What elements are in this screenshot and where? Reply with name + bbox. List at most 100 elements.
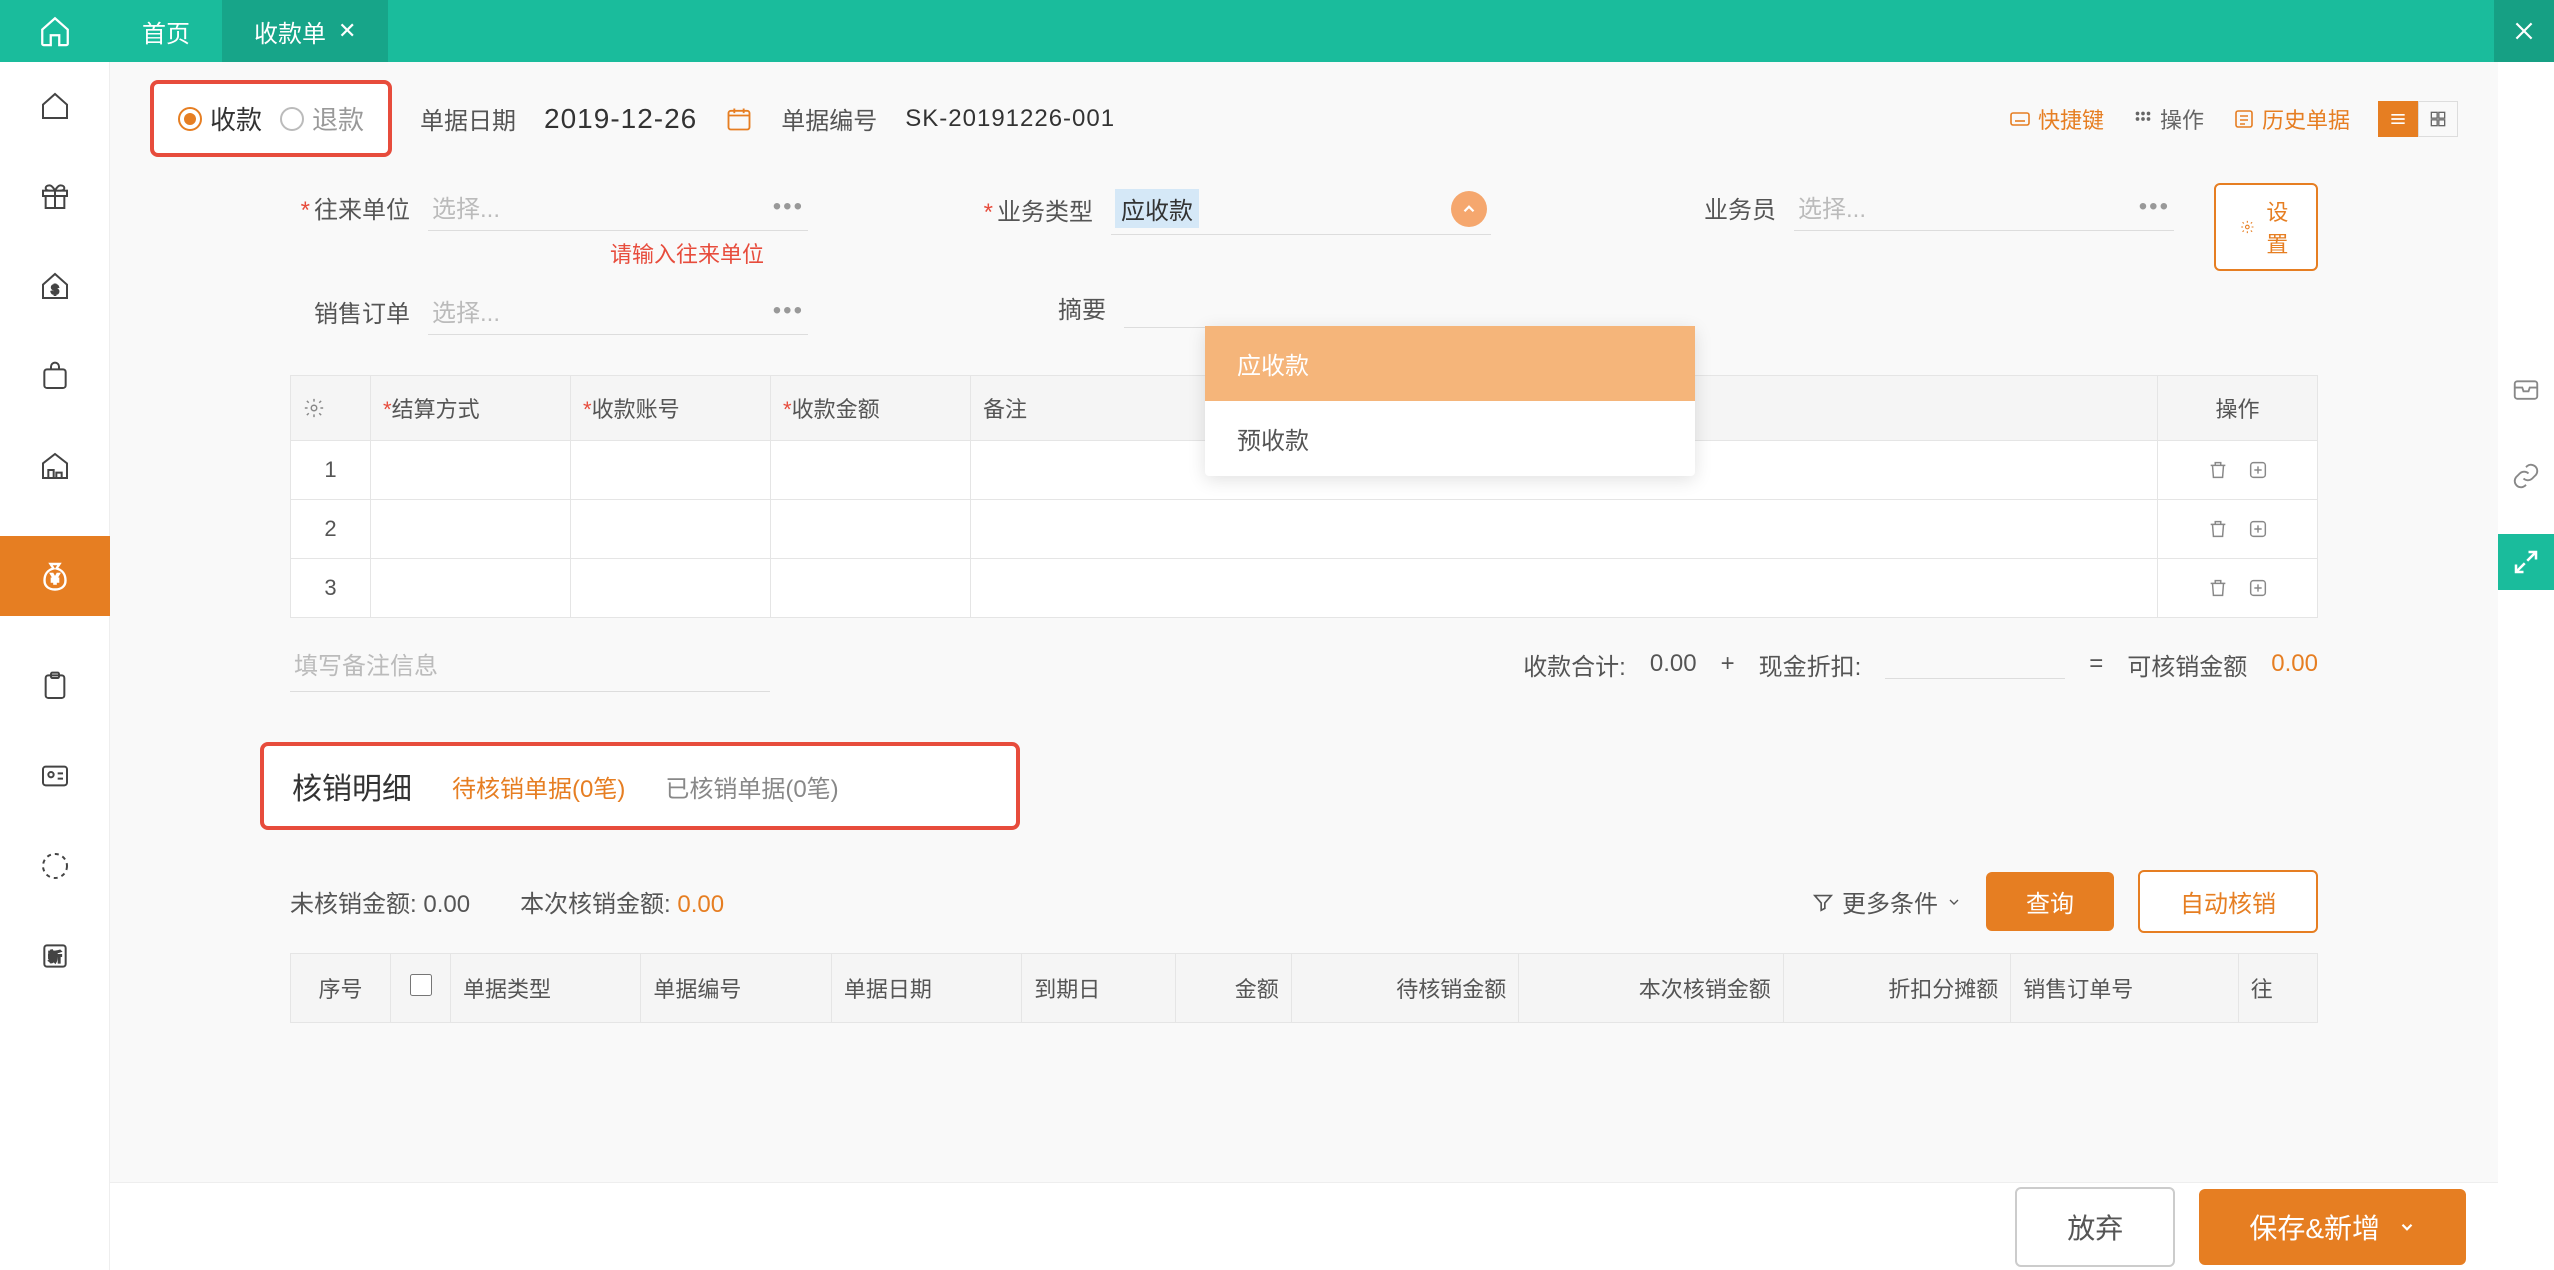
nav-id-card-icon[interactable] [35, 756, 75, 796]
view-list-icon[interactable] [2378, 101, 2418, 137]
unmatched-label: 未核销金额: [290, 891, 417, 918]
discard-button[interactable]: 放弃 [2015, 1187, 2175, 1267]
writeoff-label: 可核销金额 [2127, 647, 2247, 682]
table-row: 3 [291, 559, 2318, 618]
detail-table: 序号 单据类型 单据编号 单据日期 到期日 金额 待核销金额 本次核销金额 折扣… [290, 953, 2318, 1023]
action-label: 操作 [2160, 103, 2204, 135]
date-value[interactable]: 2019-12-26 [544, 103, 697, 135]
shortcut-action[interactable]: 快捷键 [2008, 103, 2104, 135]
nav-new-icon[interactable]: 新 [35, 936, 75, 976]
svg-text:新: 新 [48, 949, 61, 964]
close-icon[interactable]: ✕ [338, 18, 356, 44]
nav-warehouse-icon[interactable] [35, 446, 75, 486]
cell-settle[interactable] [371, 441, 571, 500]
receipt-type-radio-group: 收款 退款 [150, 80, 392, 157]
col-partner: 往 [2238, 954, 2317, 1023]
operate-action[interactable]: 操作 [2132, 103, 2204, 135]
detail-tab-pending[interactable]: 待核销单据(0笔) [452, 769, 625, 804]
settings-button[interactable]: 设置 [2214, 183, 2318, 271]
nav-bag-icon[interactable] [35, 356, 75, 396]
expand-icon[interactable] [2498, 534, 2554, 590]
plus: + [1721, 650, 1735, 678]
add-icon[interactable] [2247, 577, 2269, 599]
partner-input[interactable]: 选择... ••• [428, 183, 808, 231]
cell-settle[interactable] [371, 500, 571, 559]
tab-label: 收款单 [254, 14, 326, 49]
equals: = [2089, 650, 2103, 678]
nav-house-money-icon[interactable]: $ [35, 266, 75, 306]
note-input[interactable]: 填写备注信息 [290, 636, 770, 692]
salesperson-input[interactable]: 选择... ••• [1794, 183, 2174, 231]
nav-money-bag-icon[interactable]: ¥ [0, 536, 110, 616]
cell-amount[interactable] [771, 441, 971, 500]
view-grid-icon[interactable] [2418, 101, 2458, 137]
col-gear[interactable] [291, 376, 371, 441]
col-type: 单据类型 [451, 954, 641, 1023]
link-icon[interactable] [2498, 448, 2554, 504]
cell-amount[interactable] [771, 500, 971, 559]
svg-text:¥: ¥ [50, 572, 59, 587]
cell-settle[interactable] [371, 559, 571, 618]
cell-note[interactable] [971, 500, 2158, 559]
placeholder: 选择... [1798, 189, 1866, 224]
nav-home-icon[interactable] [35, 86, 75, 126]
dropdown-item-receivable[interactable]: 应收款 [1205, 326, 1695, 401]
more-icon[interactable]: ••• [773, 297, 804, 325]
tab-current[interactable]: 收款单 ✕ [222, 0, 388, 62]
delete-icon[interactable] [2207, 577, 2229, 599]
nav-clipboard-icon[interactable] [35, 666, 75, 706]
dropdown-item-advance[interactable]: 预收款 [1205, 401, 1695, 476]
add-icon[interactable] [2247, 459, 2269, 481]
cell-amount[interactable] [771, 559, 971, 618]
inbox-icon[interactable] [2498, 362, 2554, 418]
date-label: 单据日期 [420, 101, 516, 136]
nav-gift-icon[interactable] [35, 176, 75, 216]
history-action[interactable]: 历史单据 [2232, 103, 2350, 135]
selected-value: 应收款 [1115, 189, 1199, 228]
select-all-checkbox[interactable] [410, 974, 432, 996]
discount-input[interactable] [1885, 649, 2065, 679]
delete-icon[interactable] [2207, 518, 2229, 540]
header-actions: 快捷键 操作 历史单据 [2008, 101, 2458, 137]
biz-type-select[interactable]: 应收款 [1111, 183, 1491, 235]
home-icon[interactable] [0, 0, 110, 62]
calendar-icon[interactable] [725, 105, 753, 133]
this-match-label: 本次核销金额: [520, 891, 671, 918]
biz-type-field: *业务类型 应收款 [973, 183, 1596, 235]
partner-field: *往来单位 选择... ••• [290, 183, 913, 231]
query-button[interactable]: 查询 [1986, 872, 2114, 931]
col-date: 单据日期 [831, 954, 1021, 1023]
add-icon[interactable] [2247, 518, 2269, 540]
detail-title: 核销明细 [292, 764, 412, 808]
more-icon[interactable]: ••• [2139, 193, 2170, 221]
delete-icon[interactable] [2207, 459, 2229, 481]
auto-writeoff-button[interactable]: 自动核销 [2138, 870, 2318, 933]
main-content: 收款 退款 单据日期 2019-12-26 单据编号 SK-20191226-0… [110, 62, 2498, 1270]
tab-home[interactable]: 首页 [110, 0, 222, 62]
chevron-up-icon[interactable] [1451, 191, 1487, 227]
detail-table-wrap: 序号 单据类型 单据编号 单据日期 到期日 金额 待核销金额 本次核销金额 折扣… [290, 953, 2318, 1023]
more-conditions[interactable]: 更多条件 [1812, 884, 1962, 919]
form-header: 收款 退款 单据日期 2019-12-26 单据编号 SK-20191226-0… [110, 62, 2498, 175]
nav-refresh-icon[interactable] [35, 846, 75, 886]
sales-order-input[interactable]: 选择... ••• [428, 287, 808, 335]
summary-input[interactable] [1124, 287, 1504, 328]
col-account: *收款账号 [571, 376, 771, 441]
summary-field: 摘要 [986, 287, 1622, 328]
radio-receipt[interactable]: 收款 [178, 100, 262, 137]
writeoff-value: 0.00 [2271, 650, 2318, 678]
total-value: 0.00 [1650, 650, 1697, 678]
cell-account[interactable] [571, 500, 771, 559]
more-icon[interactable]: ••• [773, 193, 804, 221]
button-label: 设置 [2263, 195, 2292, 259]
cell-account[interactable] [571, 441, 771, 500]
col-seq: 序号 [291, 954, 391, 1023]
col-no: 单据编号 [641, 954, 831, 1023]
cell-account[interactable] [571, 559, 771, 618]
radio-refund[interactable]: 退款 [280, 100, 364, 137]
window-close-button[interactable] [2494, 0, 2554, 62]
action-label: 快捷键 [2038, 103, 2104, 135]
detail-tab-done[interactable]: 已核销单据(0笔) [665, 769, 838, 804]
cell-note[interactable] [971, 559, 2158, 618]
save-button[interactable]: 保存&新增 [2199, 1189, 2466, 1265]
